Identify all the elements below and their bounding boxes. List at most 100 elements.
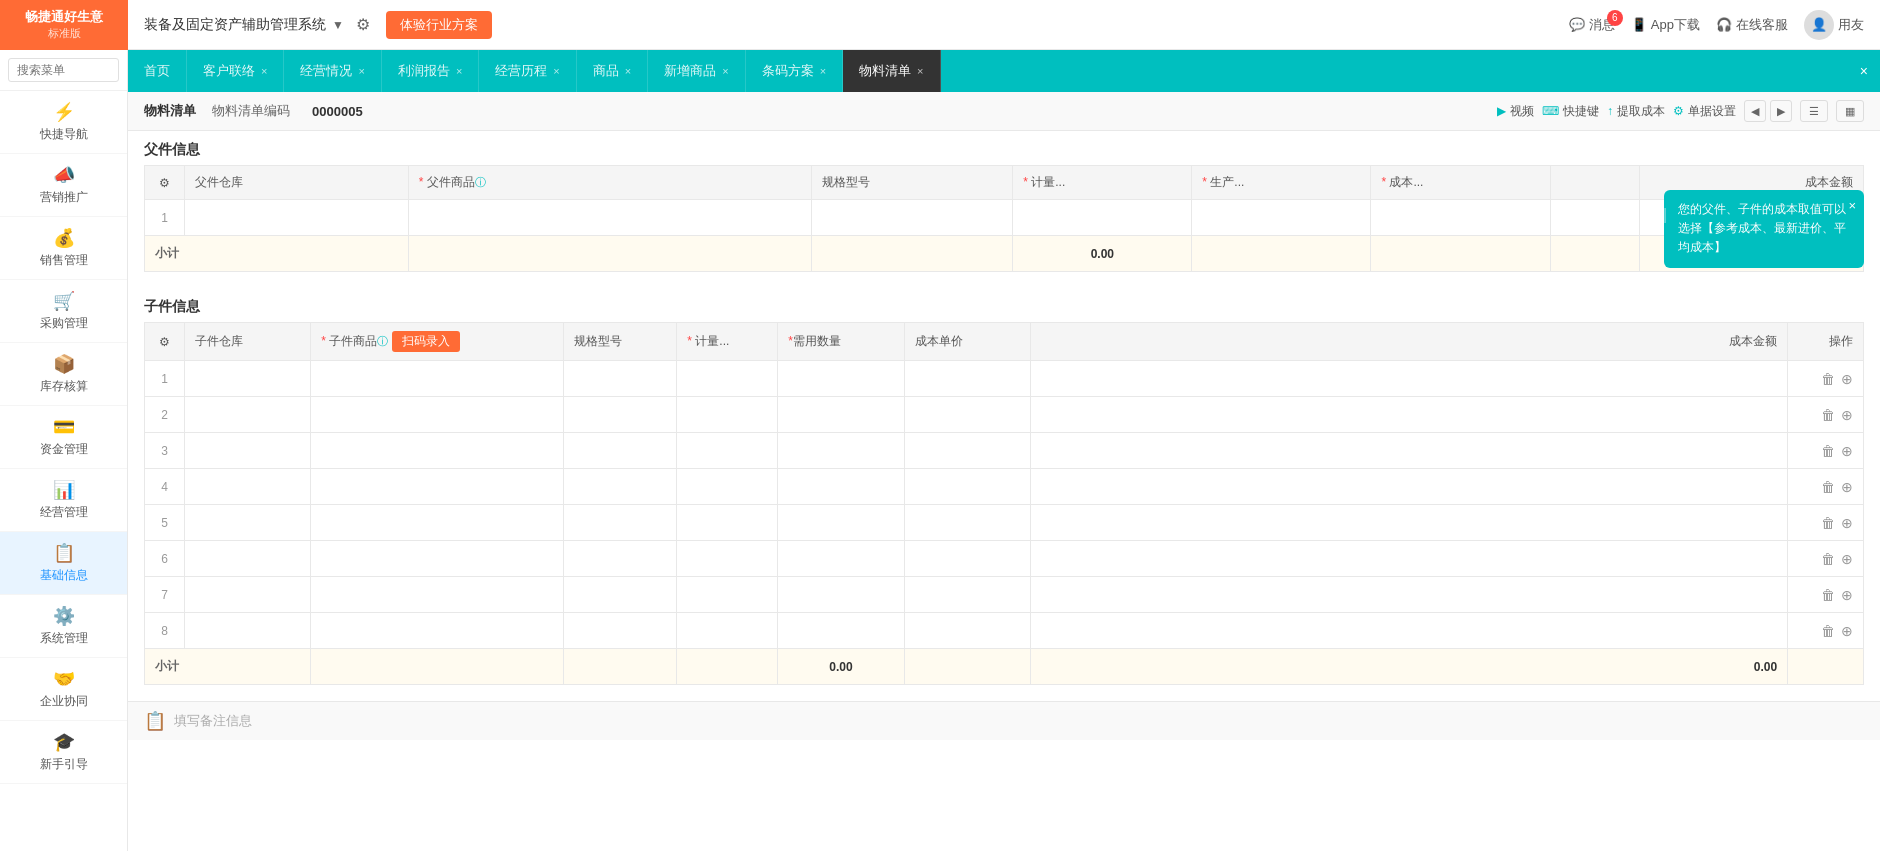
sidebar-item-operations[interactable]: 📊 经营管理 <box>0 469 127 532</box>
prev-arrow[interactable]: ◀ <box>1744 100 1766 122</box>
scan-button[interactable]: 扫码录入 <box>392 331 460 352</box>
tab-bom[interactable]: 物料清单 × <box>843 50 940 92</box>
next-arrow[interactable]: ▶ <box>1770 100 1792 122</box>
copy-icon[interactable]: ⊕ <box>1841 587 1853 603</box>
child-spec-cell[interactable] <box>563 505 677 541</box>
topbar-dropdown-icon[interactable]: ▼ <box>332 18 344 32</box>
parent-col-settings[interactable]: ⚙ <box>145 166 185 200</box>
parent-spec-cell[interactable] <box>811 200 1012 236</box>
child-col-settings[interactable]: ⚙ <box>145 323 185 361</box>
tab-history[interactable]: 经营历程 × <box>479 50 576 92</box>
tab-customer-close[interactable]: × <box>261 65 267 77</box>
tab-profit[interactable]: 利润报告 × <box>382 50 479 92</box>
child-unit-cell[interactable] <box>677 469 778 505</box>
tab-barcode[interactable]: 条码方案 × <box>746 50 843 92</box>
parent-cost-cell[interactable] <box>1371 200 1550 236</box>
child-unit-cost-cell[interactable] <box>904 469 1030 505</box>
tab-home[interactable]: 首页 <box>128 50 187 92</box>
copy-icon[interactable]: ⊕ <box>1841 479 1853 495</box>
child-warehouse-cell[interactable] <box>185 613 311 649</box>
child-unit-cost-cell[interactable] <box>904 577 1030 613</box>
tab-close[interactable]: × <box>820 65 826 77</box>
single-settings-action[interactable]: ⚙ 单据设置 <box>1673 103 1736 120</box>
child-unit-cost-cell[interactable] <box>904 397 1030 433</box>
user-action[interactable]: 👤 用友 <box>1804 10 1864 40</box>
sidebar-item-purchase[interactable]: 🛒 采购管理 <box>0 280 127 343</box>
sidebar-item-basic-info[interactable]: 📋 基础信息 <box>0 532 127 595</box>
delete-icon[interactable]: 🗑 <box>1821 587 1835 603</box>
child-unit-cost-cell[interactable] <box>904 613 1030 649</box>
tab-operations-situation[interactable]: 经营情况 × <box>284 50 381 92</box>
child-unit-cell[interactable] <box>677 505 778 541</box>
child-warehouse-cell[interactable] <box>185 505 311 541</box>
delete-icon[interactable]: 🗑 <box>1821 371 1835 387</box>
copy-icon[interactable]: ⊕ <box>1841 371 1853 387</box>
child-product-cell[interactable] <box>311 541 563 577</box>
tooltip-close-button[interactable]: × <box>1848 196 1856 217</box>
child-spec-cell[interactable] <box>563 613 677 649</box>
child-quantity-cell[interactable] <box>778 433 904 469</box>
sidebar-item-system[interactable]: ⚙️ 系统管理 <box>0 595 127 658</box>
sidebar-item-sales[interactable]: 💰 销售管理 <box>0 217 127 280</box>
child-spec-cell[interactable] <box>563 361 677 397</box>
child-quantity-cell[interactable] <box>778 577 904 613</box>
sidebar-item-marketing[interactable]: 📣 营销推广 <box>0 154 127 217</box>
delete-icon[interactable]: 🗑 <box>1821 623 1835 639</box>
child-unit-cost-cell[interactable] <box>904 433 1030 469</box>
copy-icon[interactable]: ⊕ <box>1841 443 1853 459</box>
child-unit-cost-cell[interactable] <box>904 361 1030 397</box>
view-action[interactable]: ▶ 视频 <box>1497 103 1534 120</box>
child-spec-cell[interactable] <box>563 541 677 577</box>
child-unit-cell[interactable] <box>677 613 778 649</box>
child-warehouse-cell[interactable] <box>185 433 311 469</box>
message-action[interactable]: 💬 消息 6 <box>1569 16 1615 34</box>
tab-close[interactable]: × <box>456 65 462 77</box>
delete-icon[interactable]: 🗑 <box>1821 551 1835 567</box>
close-all-button[interactable]: × <box>1848 63 1880 79</box>
sidebar-item-enterprise[interactable]: 🤝 企业协同 <box>0 658 127 721</box>
child-unit-cell[interactable] <box>677 397 778 433</box>
child-warehouse-cell[interactable] <box>185 361 311 397</box>
child-warehouse-cell[interactable] <box>185 577 311 613</box>
search-input[interactable] <box>8 58 119 82</box>
tab-close[interactable]: × <box>625 65 631 77</box>
shortcut-action[interactable]: ⌨ 快捷键 <box>1542 103 1599 120</box>
sidebar-item-guide[interactable]: 🎓 新手引导 <box>0 721 127 784</box>
sidebar-item-finance[interactable]: 💳 资金管理 <box>0 406 127 469</box>
child-quantity-cell[interactable] <box>778 541 904 577</box>
child-product-cell[interactable] <box>311 397 563 433</box>
child-product-cell[interactable] <box>311 613 563 649</box>
sidebar-item-inventory[interactable]: 📦 库存核算 <box>0 343 127 406</box>
tab-new-goods[interactable]: 新增商品 × <box>648 50 745 92</box>
parent-unit-cell[interactable] <box>1013 200 1192 236</box>
child-warehouse-cell[interactable] <box>185 469 311 505</box>
child-spec-cell[interactable] <box>563 433 677 469</box>
delete-icon[interactable]: 🗑 <box>1821 479 1835 495</box>
child-quantity-cell[interactable] <box>778 469 904 505</box>
extract-cost-action[interactable]: ↑ 提取成本 <box>1607 103 1665 120</box>
topbar-gear-icon[interactable]: ⚙ <box>356 15 370 34</box>
child-unit-cell[interactable] <box>677 577 778 613</box>
child-quantity-cell[interactable] <box>778 505 904 541</box>
child-spec-cell[interactable] <box>563 397 677 433</box>
copy-icon[interactable]: ⊕ <box>1841 515 1853 531</box>
child-product-cell[interactable] <box>311 361 563 397</box>
menu-icon[interactable]: ☰ <box>1800 100 1828 122</box>
parent-production-cell[interactable] <box>1192 200 1371 236</box>
tab-goods[interactable]: 商品 × <box>577 50 648 92</box>
tab-close[interactable]: × <box>553 65 559 77</box>
child-unit-cost-cell[interactable] <box>904 541 1030 577</box>
child-spec-cell[interactable] <box>563 577 677 613</box>
child-product-cell[interactable] <box>311 577 563 613</box>
parent-product-cell[interactable] <box>408 200 811 236</box>
child-product-cell[interactable] <box>311 505 563 541</box>
sidebar-item-quick-nav[interactable]: ⚡ 快捷导航 <box>0 91 127 154</box>
child-unit-cell[interactable] <box>677 433 778 469</box>
parent-warehouse-cell[interactable] <box>185 200 409 236</box>
child-quantity-cell[interactable] <box>778 397 904 433</box>
table-icon[interactable]: ▦ <box>1836 100 1864 122</box>
child-unit-cell[interactable] <box>677 361 778 397</box>
copy-icon[interactable]: ⊕ <box>1841 551 1853 567</box>
tab-customer[interactable]: 客户联络 × <box>187 50 284 92</box>
child-spec-cell[interactable] <box>563 469 677 505</box>
